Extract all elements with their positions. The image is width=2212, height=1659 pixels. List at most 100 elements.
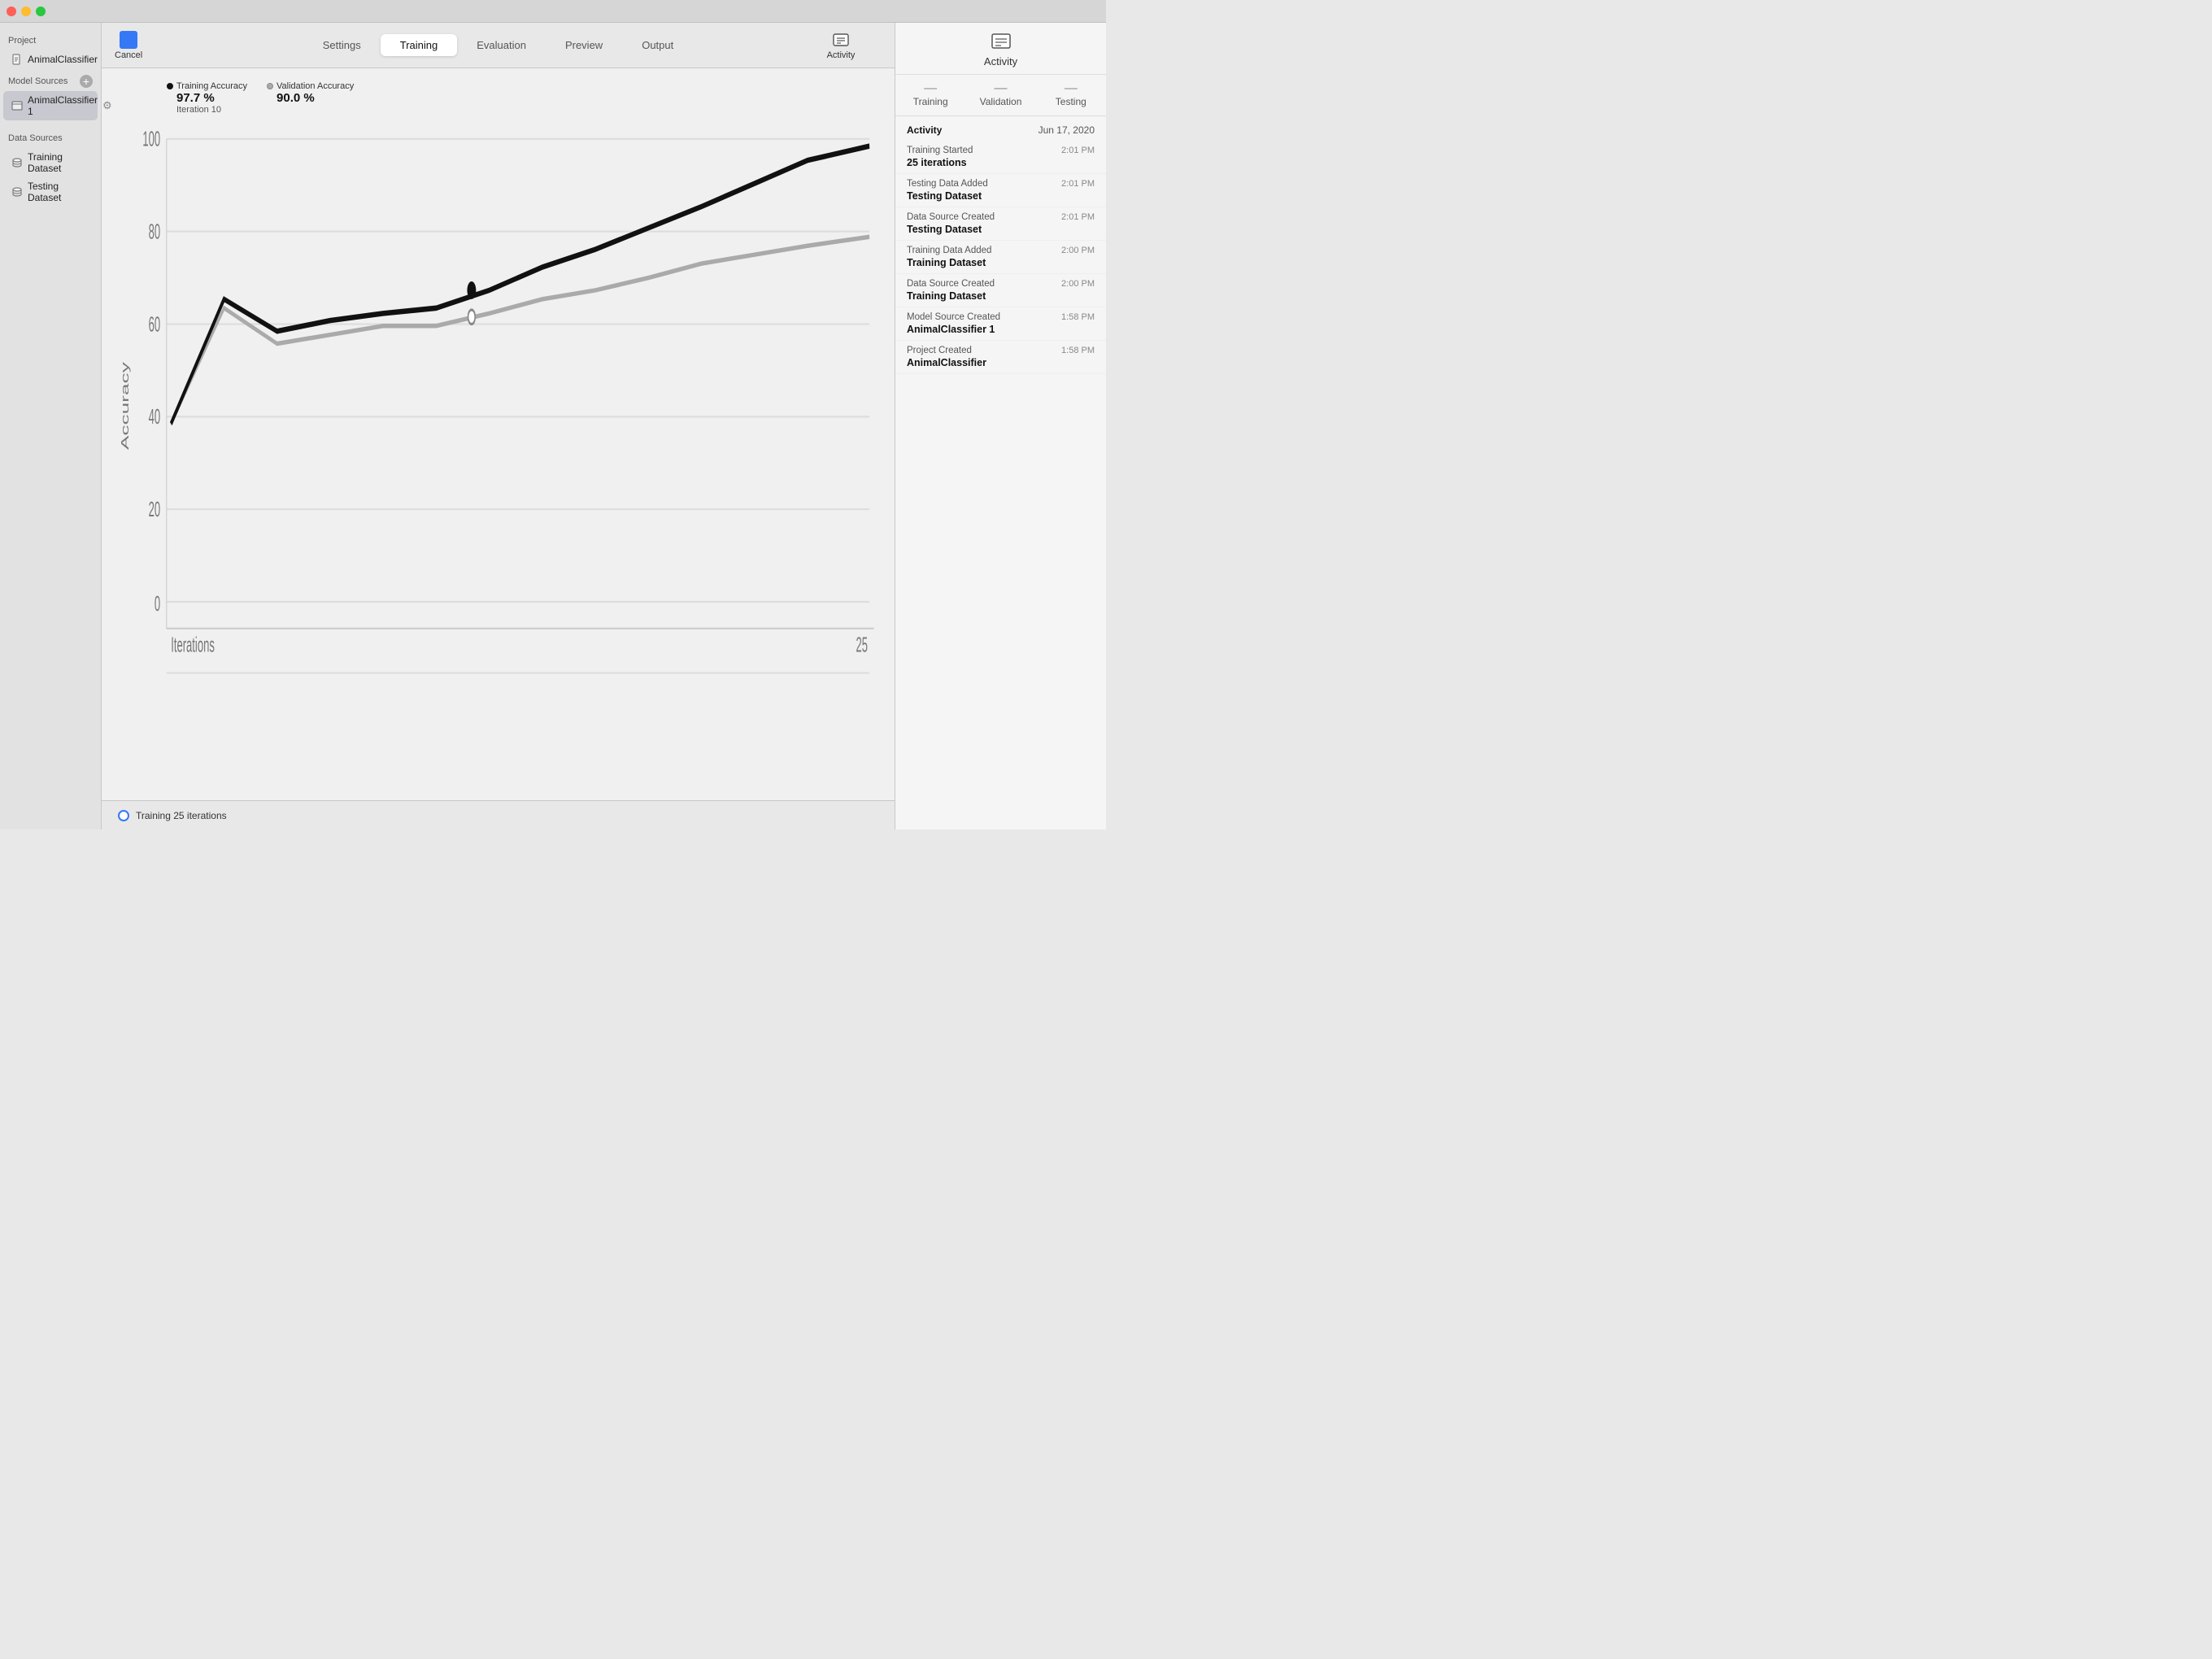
activity-icon: [832, 31, 850, 49]
right-panel-activity-title: Activity: [895, 55, 1106, 67]
entry-1-time: 2:01 PM: [1061, 179, 1095, 189]
svg-text:40: 40: [149, 405, 160, 429]
traffic-lights: [7, 7, 46, 16]
activity-date-value: Jun 17, 2020: [1039, 124, 1095, 136]
right-panel: Activity — Training — Validation — Testi…: [895, 23, 1106, 830]
validation-accuracy-value: 90.0 %: [276, 91, 354, 105]
sidebar: Project AnimalClassifier Model Sources +…: [0, 23, 102, 830]
entry-4-value: Training Dataset: [907, 290, 1095, 302]
activity-entry-3: Training Data Added 2:00 PM Training Dat…: [895, 241, 1106, 274]
activity-entry-4: Data Source Created 2:00 PM Training Dat…: [895, 274, 1106, 307]
model-source-item-label: AnimalClassifier 1: [28, 94, 98, 117]
right-panel-header: Activity — Training — Validation — Testi…: [895, 23, 1106, 116]
svg-text:0: 0: [155, 592, 160, 616]
right-tab-testing-label: Testing: [1039, 96, 1103, 107]
tab-preview[interactable]: Preview: [546, 34, 622, 56]
entry-6-name: Project Created: [907, 346, 972, 355]
minimize-button[interactable]: [21, 7, 31, 16]
training-accuracy-label: Training Accuracy: [176, 81, 247, 91]
right-tab-training-label: Training: [899, 96, 962, 107]
sidebar-item-training-dataset[interactable]: Training Dataset: [3, 148, 98, 177]
chart-legend: Training Accuracy 97.7 % Iteration 10 Va…: [167, 81, 878, 115]
tab-settings[interactable]: Settings: [303, 34, 381, 56]
entry-1-value: Testing Dataset: [907, 190, 1095, 202]
chart-wrapper: 100 80 60 40 20 0 Accuracy Iterations 25: [118, 121, 878, 762]
entry-5-name: Model Source Created: [907, 312, 1000, 322]
entry-1-name: Testing Data Added: [907, 179, 988, 189]
dataset-icon: [11, 157, 23, 168]
activity-date-label: Activity: [907, 124, 942, 136]
cancel-square-icon: [120, 31, 137, 49]
svg-text:25: 25: [856, 633, 867, 656]
activity-entry-6: Project Created 1:58 PM AnimalClassifier: [895, 341, 1106, 374]
activity-panel-toggle[interactable]: Activity: [800, 31, 882, 60]
activity-entry-2: Data Source Created 2:01 PM Testing Data…: [895, 207, 1106, 241]
right-panel-activity-icon: [991, 31, 1012, 52]
toolbar-left: Cancel: [115, 31, 196, 60]
activity-entry-1: Testing Data Added 2:01 PM Testing Datas…: [895, 174, 1106, 207]
cancel-button[interactable]: Cancel: [115, 31, 142, 60]
project-name: AnimalClassifier: [28, 54, 98, 65]
svg-text:100: 100: [142, 128, 160, 151]
project-label: Project: [0, 33, 101, 50]
model-icon: [11, 100, 23, 111]
activity-log: Activity Jun 17, 2020 Training Started 2…: [895, 116, 1106, 830]
validation-accuracy-legend: Validation Accuracy 90.0 %: [267, 81, 354, 115]
svg-text:Accuracy: Accuracy: [120, 361, 131, 450]
activity-date-header: Activity Jun 17, 2020: [895, 116, 1106, 141]
tab-training[interactable]: Training: [381, 34, 457, 56]
dataset-icon-2: [11, 186, 23, 198]
data-sources-label: Data Sources: [0, 130, 101, 148]
chart-container: Training Accuracy 97.7 % Iteration 10 Va…: [102, 68, 895, 800]
training-dataset-label: Training Dataset: [28, 151, 89, 174]
sidebar-item-testing-dataset[interactable]: Testing Dataset: [3, 177, 98, 207]
svg-text:Iterations: Iterations: [171, 633, 215, 656]
right-tab-training[interactable]: — Training: [895, 75, 965, 115]
training-accuracy-legend: Training Accuracy 97.7 % Iteration 10: [167, 81, 247, 115]
entry-3-value: Training Dataset: [907, 257, 1095, 268]
entry-4-name: Data Source Created: [907, 279, 995, 289]
activity-entry-5: Model Source Created 1:58 PM AnimalClass…: [895, 307, 1106, 341]
entry-3-time: 2:00 PM: [1061, 246, 1095, 255]
activity-entry-0: Training Started 2:01 PM 25 iterations: [895, 141, 1106, 174]
content-area: Cancel Settings Training Evaluation Prev…: [102, 23, 895, 830]
add-model-source-button[interactable]: +: [80, 75, 93, 88]
toolbar: Cancel Settings Training Evaluation Prev…: [102, 23, 895, 68]
main-layout: Project AnimalClassifier Model Sources +…: [0, 23, 1106, 830]
status-text: Training 25 iterations: [136, 810, 227, 821]
titlebar: [0, 0, 1106, 23]
chart-svg: 100 80 60 40 20 0 Accuracy Iterations 25: [118, 121, 878, 762]
entry-5-time: 1:58 PM: [1061, 312, 1095, 322]
entry-3-name: Training Data Added: [907, 246, 991, 255]
cancel-label: Cancel: [115, 50, 142, 60]
validation-accuracy-label: Validation Accuracy: [276, 81, 354, 91]
right-tab-validation-label: Validation: [969, 96, 1032, 107]
training-accuracy-value: 97.7 %: [176, 91, 247, 105]
validation-dot: [267, 83, 273, 89]
activity-label: Activity: [827, 50, 856, 60]
entry-4-time: 2:00 PM: [1061, 279, 1095, 289]
entry-2-time: 2:01 PM: [1061, 212, 1095, 222]
sidebar-item-project[interactable]: AnimalClassifier: [3, 50, 98, 68]
training-dot: [167, 83, 173, 89]
sidebar-item-animal-classifier[interactable]: AnimalClassifier 1 ⚙: [3, 91, 98, 120]
iteration-label: Iteration 10: [176, 105, 247, 115]
entry-0-time: 2:01 PM: [1061, 146, 1095, 155]
testing-dataset-label: Testing Dataset: [28, 181, 89, 203]
svg-text:20: 20: [149, 498, 160, 521]
entry-2-name: Data Source Created: [907, 212, 995, 222]
svg-text:80: 80: [149, 220, 160, 244]
activity-icon-row: [895, 31, 1106, 52]
document-icon: [11, 54, 23, 65]
tab-output[interactable]: Output: [622, 34, 693, 56]
close-button[interactable]: [7, 7, 16, 16]
model-sources-label: Model Sources: [8, 76, 80, 86]
maximize-button[interactable]: [36, 7, 46, 16]
right-panel-tabs: — Training — Validation — Testing: [895, 74, 1106, 115]
tab-evaluation[interactable]: Evaluation: [457, 34, 546, 56]
nav-tabs: Settings Training Evaluation Preview Out…: [196, 34, 800, 56]
right-tab-testing[interactable]: — Testing: [1036, 75, 1106, 115]
model-sources-header: Model Sources +: [0, 68, 101, 91]
entry-2-value: Testing Dataset: [907, 224, 1095, 235]
right-tab-validation[interactable]: — Validation: [965, 75, 1035, 115]
